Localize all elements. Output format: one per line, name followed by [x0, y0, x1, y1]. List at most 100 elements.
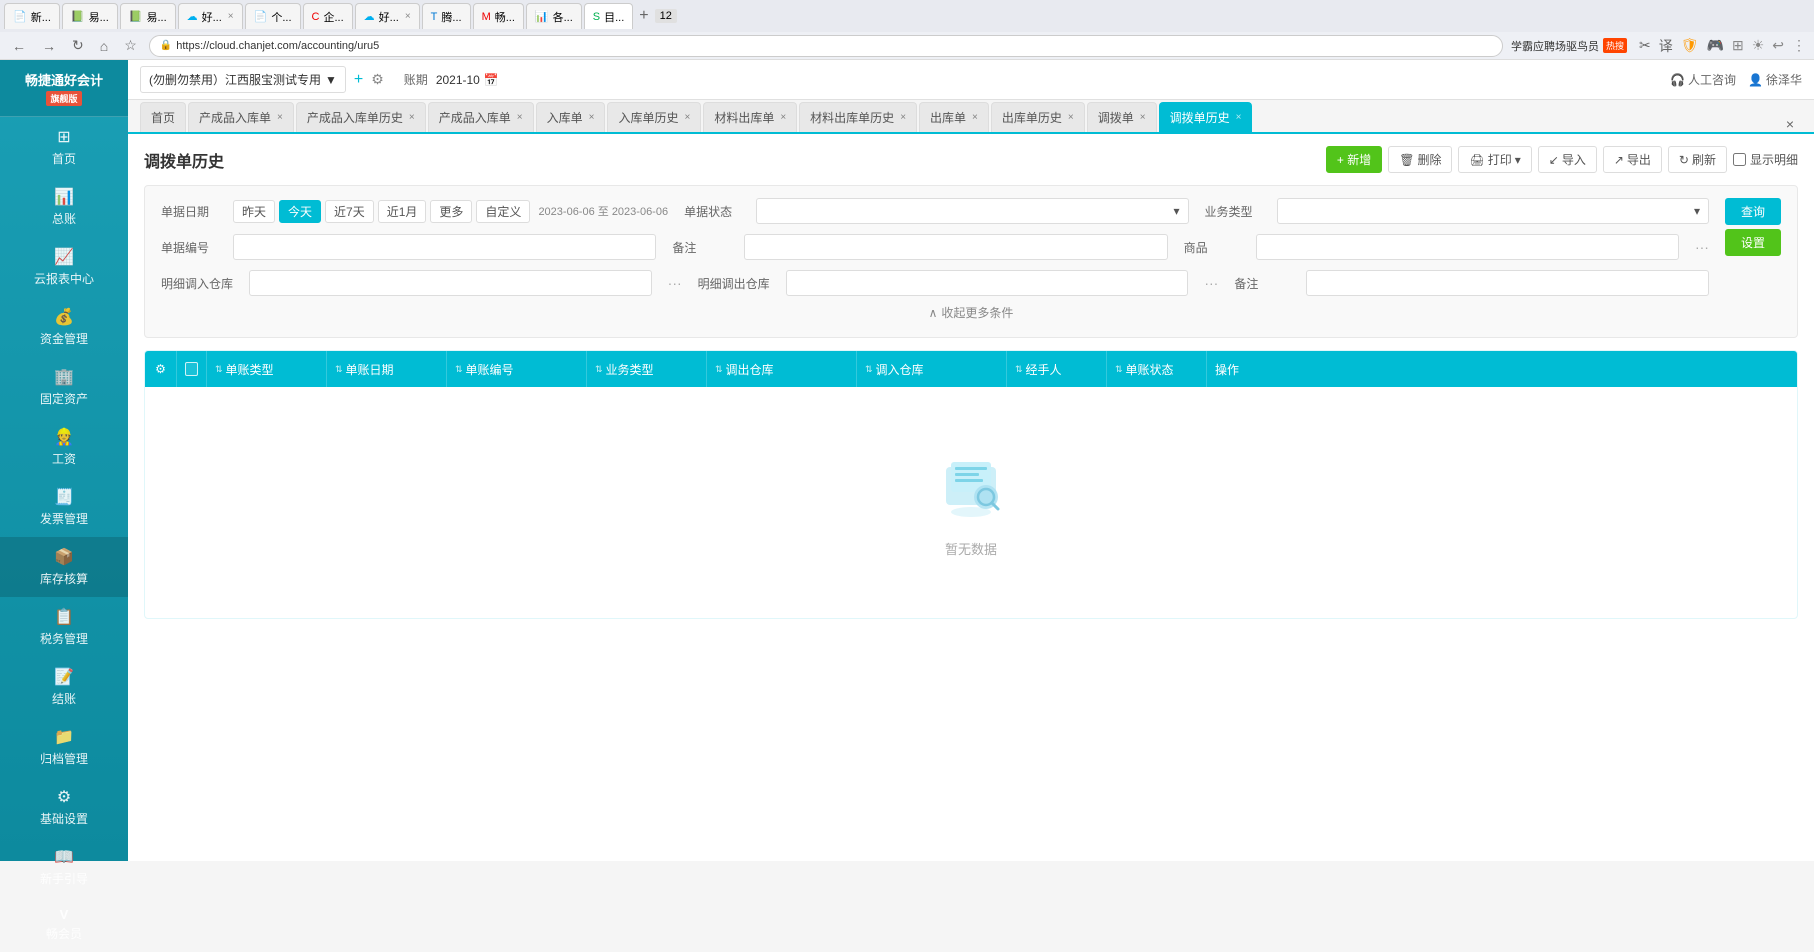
- th-biz-type[interactable]: ⇅ 业务类型: [587, 351, 707, 387]
- add-company-button[interactable]: +: [354, 71, 363, 89]
- close-tab-icon[interactable]: ×: [228, 11, 234, 22]
- company-selector[interactable]: (勿删勿禁用）江西服宝测试专用 ▼: [140, 66, 346, 93]
- tab-home[interactable]: 首页: [140, 102, 186, 132]
- browser-tab-1[interactable]: 📄 新...: [4, 3, 60, 29]
- th-doc-status[interactable]: ⇅ 单账状态: [1107, 351, 1207, 387]
- user-avatar[interactable]: 👤 徐泽华: [1748, 71, 1802, 88]
- th-doc-type[interactable]: ⇅ 单账类型: [207, 351, 327, 387]
- browser-tab-2[interactable]: 📗 易...: [62, 3, 118, 29]
- tab-transfer[interactable]: 调拨单 ×: [1087, 102, 1157, 132]
- type-select[interactable]: ▾: [1277, 198, 1709, 224]
- th-handler[interactable]: ⇅ 经手人: [1007, 351, 1107, 387]
- display-checkbox[interactable]: [1733, 153, 1746, 166]
- out-warehouse-input[interactable]: [786, 270, 1189, 296]
- grid-icon[interactable]: ⊞: [1732, 37, 1744, 54]
- sidebar-item-invoice[interactable]: 🧾 发票管理: [0, 477, 128, 537]
- sidebar-item-archive[interactable]: 📁 归档管理: [0, 717, 128, 777]
- browser-tab-3[interactable]: 📗 易...: [120, 3, 176, 29]
- tab-material-out[interactable]: 材料出库单 ×: [703, 102, 797, 132]
- th-checkbox[interactable]: [177, 351, 207, 387]
- note2-input[interactable]: [1306, 270, 1709, 296]
- close-tab-product-in-history[interactable]: ×: [409, 112, 415, 123]
- close-tab-transfer[interactable]: ×: [1140, 112, 1146, 123]
- close-tab-outbound[interactable]: ×: [972, 112, 978, 123]
- in-warehouse-more-icon[interactable]: ···: [668, 275, 682, 291]
- tab-outbound[interactable]: 出库单 ×: [919, 102, 989, 132]
- browser-tab-6[interactable]: C 企...: [303, 3, 353, 29]
- browser-tab-10[interactable]: 📊 各...: [526, 3, 582, 29]
- close-tab-product-in2[interactable]: ×: [517, 112, 523, 123]
- tab-transfer-history[interactable]: 调拨单历史 ×: [1159, 102, 1253, 132]
- game-icon[interactable]: 🎮: [1707, 37, 1724, 54]
- th-in-warehouse[interactable]: ⇅ 调入仓库: [857, 351, 1007, 387]
- import-button[interactable]: ↙ 导入: [1538, 146, 1597, 173]
- sidebar-item-settings[interactable]: ⚙ 基础设置: [0, 777, 128, 837]
- delete-button[interactable]: 🗑 删除: [1388, 146, 1452, 173]
- translate-icon[interactable]: 译: [1659, 36, 1673, 56]
- sidebar-item-inventory[interactable]: 📦 库存核算: [0, 537, 128, 597]
- close-tab-7-icon[interactable]: ×: [405, 11, 411, 22]
- search-bar[interactable]: 学霸应聘场驱鸟员 热搜: [1511, 38, 1627, 54]
- forward-button[interactable]: →: [38, 36, 60, 56]
- sidebar-item-close[interactable]: 📝 结账: [0, 657, 128, 717]
- close-tab-material-out[interactable]: ×: [780, 112, 786, 123]
- close-tab-inbound-history[interactable]: ×: [684, 112, 690, 123]
- sun-icon[interactable]: ☀: [1752, 37, 1765, 54]
- address-text[interactable]: https://cloud.chanjet.com/accounting/uru…: [176, 40, 379, 52]
- browser-tab-8[interactable]: T 腾...: [422, 3, 471, 29]
- sidebar-item-funds[interactable]: 💰 资金管理: [0, 297, 128, 357]
- close-tab-outbound-history[interactable]: ×: [1068, 112, 1074, 123]
- th-doc-date[interactable]: ⇅ 单账日期: [327, 351, 447, 387]
- th-out-warehouse[interactable]: ⇅ 调出仓库: [707, 351, 857, 387]
- query-button[interactable]: 查询: [1725, 198, 1781, 225]
- browser-tab-4[interactable]: ☁ 好... ×: [178, 3, 243, 29]
- new-button[interactable]: + 新增: [1326, 146, 1382, 173]
- service-button[interactable]: 🎧 人工咨询: [1670, 71, 1736, 88]
- note-input[interactable]: [744, 234, 1167, 260]
- tab-outbound-history[interactable]: 出库单历史 ×: [991, 102, 1085, 132]
- date-7days[interactable]: 近7天: [325, 200, 374, 223]
- sidebar-item-ledger[interactable]: 📊 总账: [0, 177, 128, 237]
- tab-product-in-history[interactable]: 产成品入库单历史 ×: [296, 102, 426, 132]
- back-button[interactable]: ←: [8, 36, 30, 56]
- collapse-filter-button[interactable]: ∧ 收起更多条件: [161, 300, 1781, 325]
- in-warehouse-input[interactable]: [249, 270, 652, 296]
- date-more[interactable]: 更多: [430, 200, 472, 223]
- sidebar-item-vip[interactable]: V 畅会员: [0, 897, 128, 952]
- th-settings[interactable]: ⚙: [145, 351, 177, 387]
- browser-tab-5[interactable]: 📄 个...: [245, 3, 301, 29]
- browser-tab-9[interactable]: M 畅...: [473, 3, 524, 29]
- close-all-tabs-button[interactable]: ×: [1778, 116, 1802, 132]
- date-today[interactable]: 今天: [279, 200, 321, 223]
- out-warehouse-more-icon[interactable]: ···: [1204, 275, 1218, 291]
- docnum-input[interactable]: [233, 234, 656, 260]
- tab-material-out-history[interactable]: 材料出库单历史 ×: [799, 102, 917, 132]
- status-select[interactable]: ▾: [756, 198, 1188, 224]
- sidebar-item-guide[interactable]: 📖 新手引导: [0, 837, 128, 897]
- display-toggle[interactable]: 显示明细: [1733, 151, 1798, 168]
- star-button[interactable]: ☆: [120, 35, 141, 56]
- refresh-button-action[interactable]: ↻ 刷新: [1668, 146, 1727, 173]
- new-tab-button[interactable]: +: [639, 7, 648, 25]
- sidebar-item-assets[interactable]: 🏢 固定资产: [0, 357, 128, 417]
- close-tab-material-out-history[interactable]: ×: [900, 112, 906, 123]
- refresh-button[interactable]: ↻: [68, 35, 88, 56]
- sidebar-item-tax[interactable]: 📋 税务管理: [0, 597, 128, 657]
- print-button[interactable]: 🖨 打印 ▾: [1458, 146, 1531, 173]
- menu-icon[interactable]: ⋮: [1792, 37, 1806, 54]
- date-custom[interactable]: 自定义: [476, 200, 530, 223]
- cut-icon[interactable]: ✂: [1639, 37, 1651, 54]
- goods-more-icon[interactable]: ···: [1695, 239, 1709, 255]
- goods-input[interactable]: [1256, 234, 1679, 260]
- period-selector[interactable]: 2021-10 📅: [436, 73, 499, 87]
- sidebar-item-salary[interactable]: 👷 工资: [0, 417, 128, 477]
- undo-icon[interactable]: ↩: [1772, 37, 1784, 54]
- date-yesterday[interactable]: 昨天: [233, 200, 275, 223]
- sidebar-item-reports[interactable]: 📈 云报表中心: [0, 237, 128, 297]
- header-checkbox[interactable]: [185, 362, 198, 376]
- tab-product-in2[interactable]: 产成品入库单 ×: [428, 102, 534, 132]
- th-doc-number[interactable]: ⇅ 单账编号: [447, 351, 587, 387]
- filter-settings-button[interactable]: 设置: [1725, 229, 1781, 256]
- tab-inbound-history[interactable]: 入库单历史 ×: [607, 102, 701, 132]
- date-1month[interactable]: 近1月: [378, 200, 427, 223]
